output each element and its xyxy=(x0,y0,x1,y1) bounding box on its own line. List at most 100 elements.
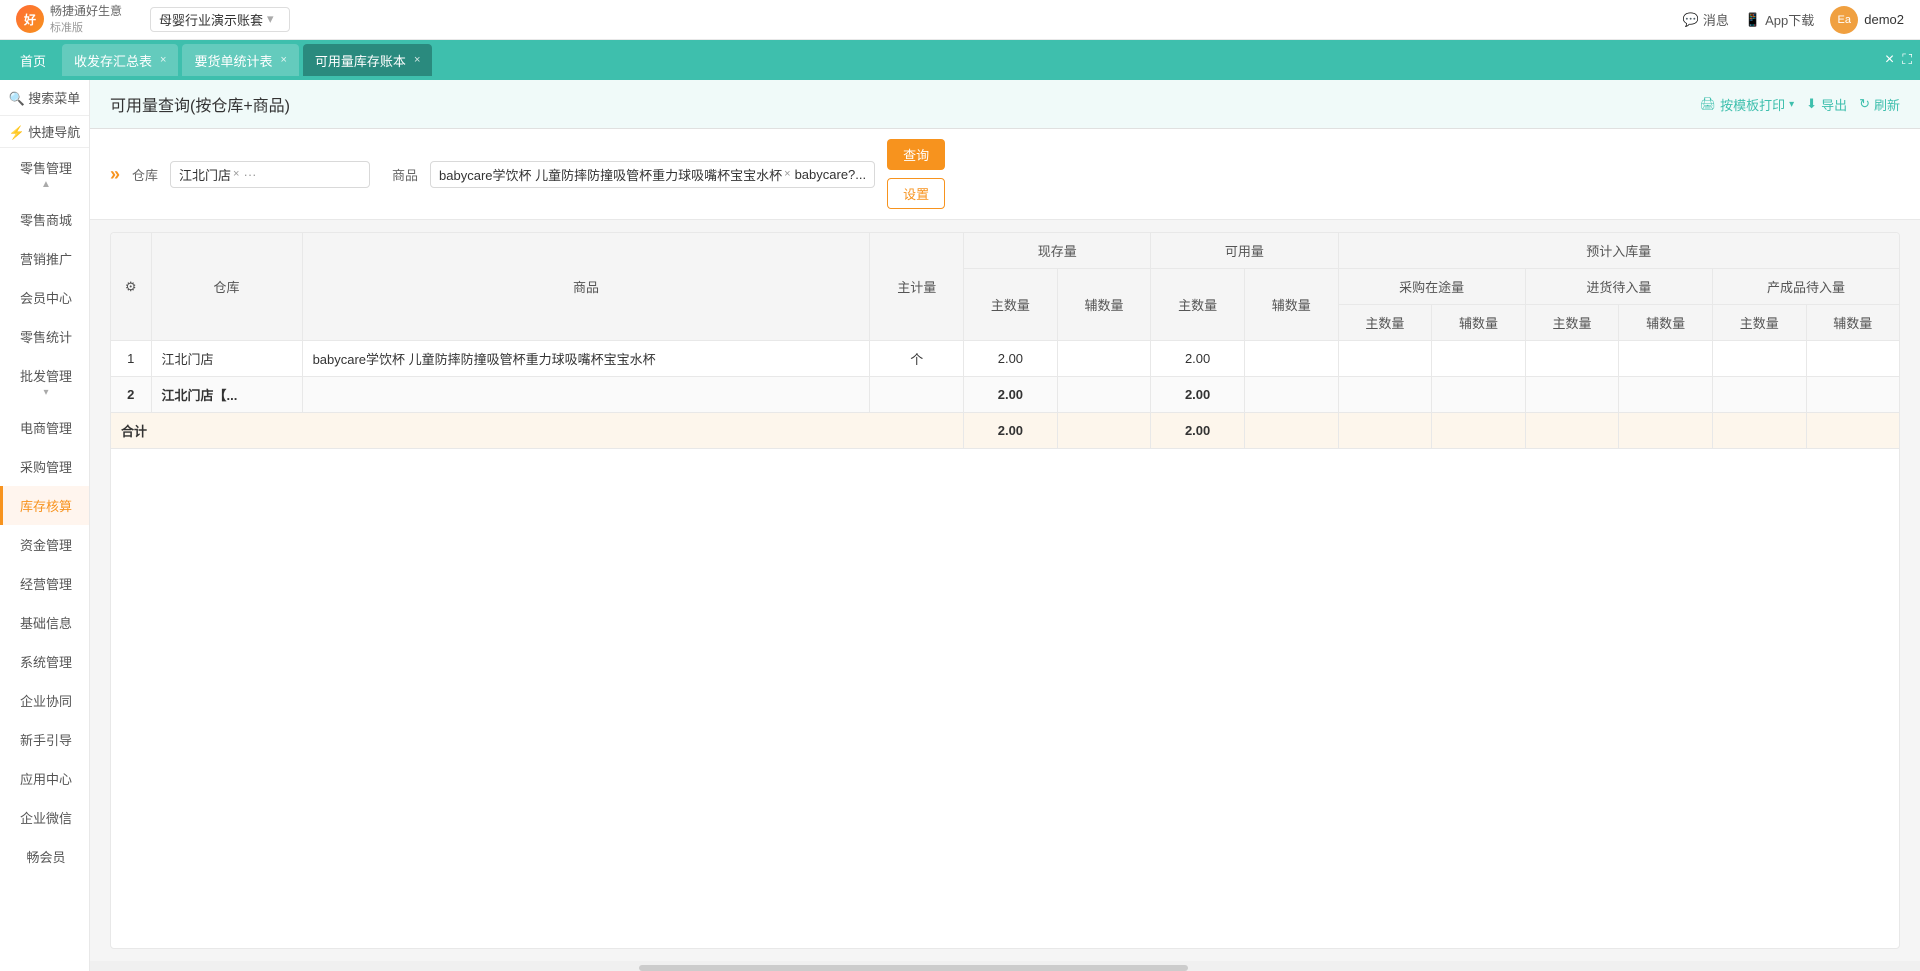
print-button[interactable]: 🖨 按模板打印 ▾ xyxy=(1700,95,1795,114)
tab-available-stock-close[interactable]: × xyxy=(414,54,420,66)
col-settings-icon[interactable]: ⚙ xyxy=(111,233,151,341)
col-current-stock: 现存量 xyxy=(964,233,1151,269)
sidebar-item-wholesale-mgmt[interactable]: 批发管理 ▾ xyxy=(0,356,89,408)
col-current-aux: 辅数量 xyxy=(1057,269,1151,341)
sidebar-item-retail-mall[interactable]: 零售商城 xyxy=(0,200,89,239)
summary-row: 合计 2.00 2.00 xyxy=(111,413,1899,449)
row-current-aux xyxy=(1057,341,1151,377)
sidebar-item-retail-mgmt[interactable]: 零售管理 ▲ xyxy=(0,148,89,200)
warehouse-tag-remove[interactable]: × xyxy=(233,168,239,180)
row-available-aux xyxy=(1244,341,1338,377)
row-available-main: 2.00 xyxy=(1151,341,1245,377)
query-button[interactable]: 查询 xyxy=(887,139,945,170)
sidebar-enterprise-label: 企业协同 xyxy=(20,691,72,710)
sidebar-item-enterprise[interactable]: 企业协同 xyxy=(0,681,89,720)
summary-purchase-aux xyxy=(1432,413,1526,449)
tab-fullscreen-icon[interactable]: ⛶ xyxy=(1902,51,1912,69)
sidebar-item-app-center[interactable]: 应用中心 xyxy=(0,759,89,798)
sidebar-search[interactable]: 🔍 搜索菜单 xyxy=(0,80,89,116)
row-inbound-aux xyxy=(1619,341,1713,377)
row-product-aux xyxy=(1806,341,1899,377)
inventory-table: ⚙ 仓库 商品 主计量 现存量 可用量 预计入库量 主数量 辅数量 主数量 辅数… xyxy=(111,233,1899,449)
tab-order-stats-label: 要货单统计表 xyxy=(194,51,272,70)
sidebar-quick-nav[interactable]: ⚡ 快捷导航 xyxy=(0,116,89,148)
tab-order-stats[interactable]: 要货单统计表 × xyxy=(182,44,298,76)
tenant-selector[interactable]: 母婴行业演示账套 ▾ xyxy=(150,7,290,32)
warehouse-tag: 江北门店 × xyxy=(179,165,239,184)
sidebar-item-inventory[interactable]: 库存核算 xyxy=(0,486,89,525)
row2-inbound-aux xyxy=(1619,377,1713,413)
sidebar-item-retail-stats[interactable]: 零售统计 xyxy=(0,317,89,356)
user-area[interactable]: Ea demo2 xyxy=(1830,6,1904,34)
horizontal-scrollbar[interactable] xyxy=(90,961,1920,971)
sidebar-item-basic-info[interactable]: 基础信息 xyxy=(0,603,89,642)
top-bar: 好 畅捷通好生意 标准版 母婴行业演示账套 ▾ 💬 消息 📱 App下载 Ea … xyxy=(0,0,1920,40)
row-product: babycare学饮杯 儿童防摔防撞吸管杯重力球吸嘴杯宝宝水杯 xyxy=(302,341,870,377)
logo-area: 好 畅捷通好生意 标准版 xyxy=(16,4,122,34)
row2-seq: 2 xyxy=(111,377,151,413)
row-seq: 1 xyxy=(111,341,151,377)
row-purchase-main xyxy=(1338,341,1432,377)
sidebar-item-ecommerce[interactable]: 电商管理 xyxy=(0,408,89,447)
settings-button[interactable]: 设置 xyxy=(887,178,945,209)
sidebar-item-marketing[interactable]: 营销推广 xyxy=(0,239,89,278)
sidebar-search-label: 搜索菜单 xyxy=(28,91,80,106)
top-bar-left: 好 畅捷通好生意 标准版 母婴行业演示账套 ▾ xyxy=(16,4,290,34)
sidebar-member-label: 畅会员 xyxy=(26,847,65,866)
export-button[interactable]: ⬇ 导出 xyxy=(1806,95,1847,114)
col-product: 商品 xyxy=(302,233,870,341)
refresh-label: 刷新 xyxy=(1874,95,1900,114)
col-available-main: 主数量 xyxy=(1151,269,1245,341)
avatar: Ea xyxy=(1830,6,1858,34)
refresh-button[interactable]: ↻ 刷新 xyxy=(1859,95,1900,114)
product-filter-label: 商品 xyxy=(392,165,418,184)
sidebar-system-label: 系统管理 xyxy=(20,652,72,671)
sidebar-item-system[interactable]: 系统管理 xyxy=(0,642,89,681)
warehouse-more-icon[interactable]: ··· xyxy=(243,167,256,182)
page-actions: 🖨 按模板打印 ▾ ⬇ 导出 ↻ 刷新 xyxy=(1700,95,1900,114)
tab-receive-send[interactable]: 收发存汇总表 × xyxy=(62,44,178,76)
message-icon: 💬 xyxy=(1683,12,1699,28)
row2-inbound-main xyxy=(1525,377,1619,413)
print-label: 按模板打印 xyxy=(1720,95,1785,114)
sidebar-item-enterprise-wx[interactable]: 企业微信 xyxy=(0,798,89,837)
col-expected-in: 预计入库量 xyxy=(1338,233,1899,269)
summary-available-aux xyxy=(1244,413,1338,449)
message-button[interactable]: 💬 消息 xyxy=(1683,10,1729,29)
sidebar-item-purchase[interactable]: 采购管理 xyxy=(0,447,89,486)
warehouse-filter-input[interactable]: 江北门店 × ··· xyxy=(170,161,370,188)
sidebar-retail-mall-label: 零售商城 xyxy=(20,210,72,229)
logo-icon: 好 xyxy=(16,5,44,33)
sidebar-item-operations[interactable]: 经营管理 xyxy=(0,564,89,603)
sidebar-enterprise-wx-label: 企业微信 xyxy=(20,808,72,827)
tab-order-stats-close[interactable]: × xyxy=(280,54,286,66)
row2-unit xyxy=(870,377,964,413)
tab-bar-actions: × ⛶ xyxy=(1885,51,1912,69)
product-filter-input[interactable]: babycare学饮杯 儿童防摔防撞吸管杯重力球吸嘴杯宝宝水杯 × babyca… xyxy=(430,161,875,188)
product-tag-2: babycare?... xyxy=(795,167,867,182)
summary-purchase-main xyxy=(1338,413,1432,449)
nav-icon: ⚡ xyxy=(9,125,25,140)
dropdown-icon: ▾ xyxy=(267,11,274,27)
tab-close-all-icon[interactable]: × xyxy=(1885,51,1894,69)
summary-current-main: 2.00 xyxy=(964,413,1058,449)
filter-toggle-button[interactable]: » xyxy=(110,164,120,185)
row2-product-main xyxy=(1712,377,1806,413)
tab-available-stock[interactable]: 可用量库存账本 × xyxy=(303,44,432,76)
tab-home[interactable]: 首页 xyxy=(8,44,58,76)
sidebar-item-member[interactable]: 畅会员 xyxy=(0,837,89,876)
scrollbar-thumb[interactable] xyxy=(639,965,1188,971)
col-available: 可用量 xyxy=(1151,233,1338,269)
sidebar: 🔍 搜索菜单 ⚡ 快捷导航 零售管理 ▲ 零售商城 营销推广 会员中心 零售统计… xyxy=(0,80,90,971)
row-purchase-aux xyxy=(1432,341,1526,377)
download-button[interactable]: 📱 App下载 xyxy=(1745,10,1814,29)
tab-receive-send-close[interactable]: × xyxy=(160,54,166,66)
sidebar-item-member-center[interactable]: 会员中心 xyxy=(0,278,89,317)
product-tag-1-remove[interactable]: × xyxy=(784,168,790,180)
sidebar-item-new-guide[interactable]: 新手引导 xyxy=(0,720,89,759)
sidebar-item-finance[interactable]: 资金管理 xyxy=(0,525,89,564)
tab-available-stock-label: 可用量库存账本 xyxy=(315,51,406,70)
product-tag-2-value: babycare?... xyxy=(795,167,867,182)
filter-bar: » 仓库 江北门店 × ··· 商品 babycare学饮杯 儿童防摔防撞吸管杯… xyxy=(90,129,1920,220)
sidebar-finance-label: 资金管理 xyxy=(20,535,72,554)
